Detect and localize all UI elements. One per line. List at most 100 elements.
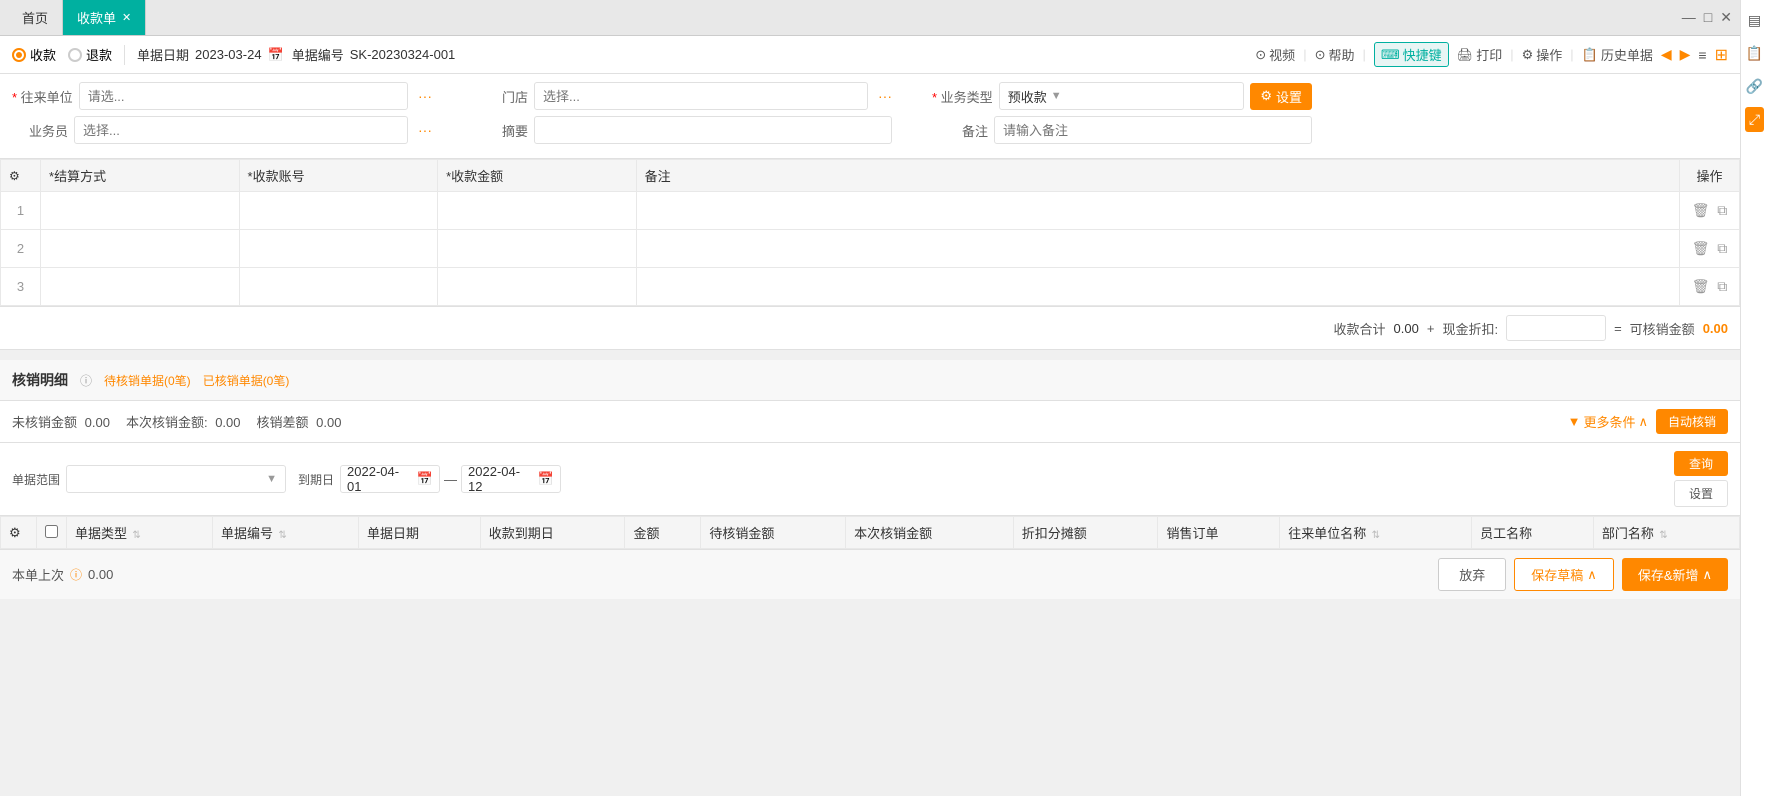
settings-label: 设置 — [1276, 87, 1302, 106]
summary-label: 摘要 — [472, 121, 528, 140]
settlement-cell-2[interactable] — [41, 230, 240, 268]
writeoff-info-icon[interactable]: ⓘ — [80, 372, 92, 389]
tab-home[interactable]: 首页 — [8, 0, 63, 35]
link-icon[interactable]: 🔗 — [1742, 74, 1767, 99]
doc-type-sort-icon[interactable]: ⇅ — [132, 530, 140, 541]
doc-no-sort-icon[interactable]: ⇅ — [278, 530, 286, 541]
remark-label: 备注 — [932, 121, 988, 140]
history-action[interactable]: 📋 历史单据 — [1582, 45, 1653, 64]
select-all-checkbox[interactable] — [45, 525, 58, 538]
settings-button[interactable]: ⚙ 设置 — [1250, 83, 1312, 110]
more-filter-btn[interactable]: ▼ 更多条件 ∧ — [1568, 412, 1648, 431]
account-cell-2[interactable] — [239, 230, 438, 268]
staff-input[interactable] — [74, 116, 408, 144]
footer-info-icon[interactable]: ⓘ — [70, 566, 82, 583]
range-select[interactable]: ▼ — [66, 465, 286, 493]
filter-icon: ▼ — [1568, 414, 1581, 429]
filter-bar-2: 单据范围 ▼ 到期日 2022-04-01 📅 — 2022-04-12 📅 — [0, 443, 1740, 516]
print-action[interactable]: 🖨 打印 — [1457, 45, 1503, 64]
uncancelled-label: 未核销金额 0.00 — [12, 412, 110, 431]
filter-stats: 未核销金额 0.00 本次核销金额: 0.00 核销差额 0.00 — [12, 412, 341, 431]
doc-date-label: 单据日期 — [137, 45, 189, 64]
save-new-chevron: ∧ — [1702, 567, 1712, 583]
layout-lines-icon[interactable]: ≡ — [1698, 47, 1706, 63]
remark-cell-2[interactable] — [636, 230, 1679, 268]
receipt-due-header: 收款到期日 — [480, 517, 625, 549]
discount-input[interactable] — [1506, 315, 1606, 341]
save-draft-button[interactable]: 保存草稿 ∧ — [1514, 558, 1614, 591]
delete-row-2-btn[interactable]: 🗑 — [1692, 240, 1710, 257]
amount-cell-2[interactable] — [438, 230, 637, 268]
settlement-cell-1[interactable] — [41, 192, 240, 230]
action-cell-2: 🗑 ⧉ — [1680, 230, 1740, 268]
pending-tab[interactable]: 待核销单据(0笔) — [104, 372, 191, 389]
amount-cell-3[interactable] — [438, 268, 637, 306]
account-cell-1[interactable] — [239, 192, 438, 230]
net-value: 0.00 — [1703, 321, 1728, 336]
receipt-radio[interactable]: 收款 — [12, 45, 56, 64]
writeoff-section-header: 核销明细 ⓘ 待核销单据(0笔) 已核销单据(0笔) — [0, 360, 1740, 401]
date-to-input[interactable]: 2022-04-12 📅 — [461, 465, 561, 493]
delete-row-3-btn[interactable]: 🗑 — [1692, 278, 1710, 295]
counterparty-more-btn[interactable]: ··· — [418, 88, 432, 104]
history-label: 历史单据 — [1601, 45, 1653, 64]
remark-cell-1[interactable] — [636, 192, 1679, 230]
table-gear-header[interactable]: ⚙ — [1, 160, 41, 192]
copy-row-3-btn[interactable]: ⧉ — [1717, 278, 1727, 295]
dept-sort-icon[interactable]: ⇅ — [1659, 530, 1667, 541]
settings-icon: ⚙ — [1260, 88, 1272, 104]
doc-date-value: 2023-03-24 — [195, 47, 262, 62]
staff-more-btn[interactable]: ··· — [418, 122, 432, 138]
copy-row-2-btn[interactable]: ⧉ — [1717, 240, 1727, 257]
video-label: 视频 — [1269, 45, 1295, 64]
abandon-button[interactable]: 放弃 — [1438, 558, 1506, 591]
refund-radio[interactable]: 退款 — [68, 45, 112, 64]
counterparty-input[interactable] — [79, 82, 408, 110]
tab-receipt[interactable]: 收款单 ✕ — [63, 0, 146, 35]
video-action[interactable]: ⊙ 视频 — [1255, 45, 1295, 64]
layout-grid-icon[interactable]: ⊞ — [1715, 45, 1728, 65]
table-icon[interactable]: ▤ — [1744, 8, 1765, 33]
filter-settings-btn[interactable]: 设置 — [1674, 480, 1728, 507]
receipt-radio-dot — [12, 48, 26, 62]
footer: 本单上次 ⓘ 0.00 放弃 保存草稿 ∧ 保存&新增 ∧ — [0, 549, 1740, 599]
close-button[interactable]: ✕ — [1720, 9, 1732, 26]
row-num-3: 3 — [1, 268, 41, 306]
remark-input[interactable] — [994, 116, 1312, 144]
date-label: 到期日 — [298, 471, 334, 488]
data-table-container: ⚙ *结算方式 *收款账号 *收款金额 备注 操作 1 🗑 — [0, 159, 1740, 307]
maximize-button[interactable]: □ — [1704, 9, 1712, 26]
store-more-btn[interactable]: ··· — [878, 88, 892, 104]
doc-date-field: 单据日期 2023-03-24 📅 — [137, 45, 284, 64]
doc-icon[interactable]: 📋 — [1742, 41, 1767, 66]
pending-amount-header: 待核销金额 — [701, 517, 846, 549]
remark-cell-3[interactable] — [636, 268, 1679, 306]
date-range: 2022-04-01 📅 — 2022-04-12 📅 — [340, 465, 561, 493]
auto-writeoff-btn[interactable]: 自动核销 — [1656, 409, 1728, 434]
account-cell-3[interactable] — [239, 268, 438, 306]
shortcut-action[interactable]: ⌨ 快捷键 — [1374, 42, 1449, 67]
delete-row-1-btn[interactable]: 🗑 — [1692, 202, 1710, 219]
summary-input[interactable] — [534, 116, 892, 144]
operation-action[interactable]: ⚙ 操作 — [1522, 45, 1563, 64]
settlement-cell-3[interactable] — [41, 268, 240, 306]
business-type-select[interactable]: 预收款 ▼ — [999, 82, 1245, 110]
done-tab[interactable]: 已核销单据(0笔) — [203, 372, 290, 389]
minimize-button[interactable]: — — [1682, 9, 1696, 26]
query-button[interactable]: 查询 — [1674, 451, 1728, 476]
counterparty-sort-icon[interactable]: ⇅ — [1372, 530, 1380, 541]
gear-sub-icon[interactable]: ⚙ — [9, 525, 21, 540]
store-input[interactable] — [534, 82, 868, 110]
sub-table-container: ⚙ 单据类型 ⇅ 单据编号 ⇅ 单据日期 — [0, 516, 1740, 549]
copy-row-1-btn[interactable]: ⧉ — [1717, 202, 1727, 219]
date-from-input[interactable]: 2022-04-01 📅 — [340, 465, 440, 493]
amount-cell-1[interactable] — [438, 192, 637, 230]
chevron-left-icon[interactable]: ◀ — [1661, 46, 1672, 63]
save-new-button[interactable]: 保存&新增 ∧ — [1622, 558, 1728, 591]
action-cell-3: 🗑 ⧉ — [1680, 268, 1740, 306]
close-tab-icon[interactable]: ✕ — [122, 11, 131, 24]
calendar-icon[interactable]: 📅 — [268, 47, 284, 63]
expand-icon[interactable]: ⤢ — [1745, 107, 1764, 132]
chevron-right-icon[interactable]: ▶ — [1680, 46, 1691, 63]
help-action[interactable]: ⊙ 帮助 — [1315, 45, 1355, 64]
